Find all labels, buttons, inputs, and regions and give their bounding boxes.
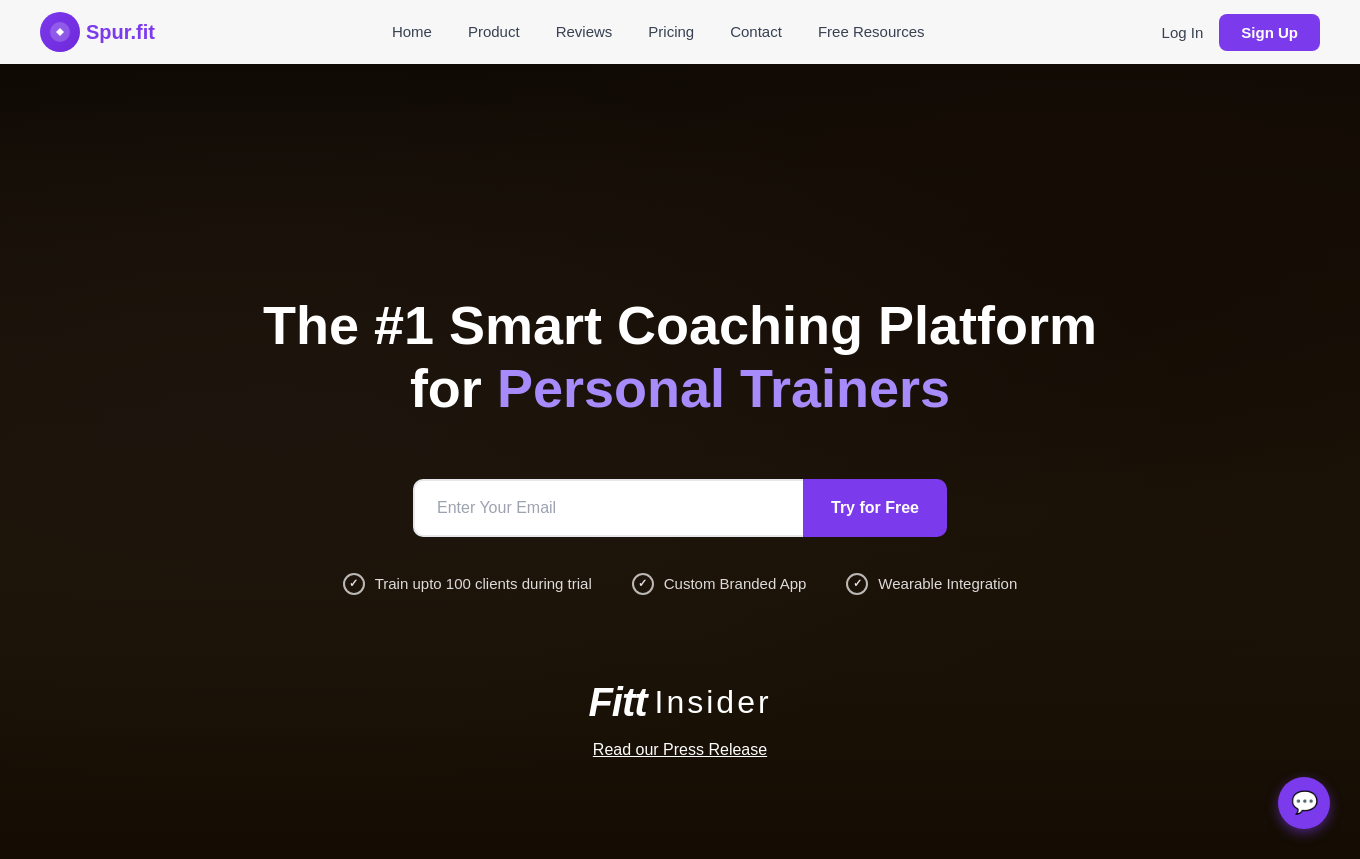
chat-button[interactable]: 💬 (1278, 777, 1330, 829)
nav-contact[interactable]: Contact (730, 23, 782, 40)
signup-button[interactable]: Sign Up (1219, 14, 1320, 51)
try-free-button[interactable]: Try for Free (803, 479, 947, 537)
fitt-text: Fitt (588, 680, 646, 725)
features-list: Train upto 100 clients during trial Cust… (343, 573, 1018, 595)
check-icon-3 (846, 573, 868, 595)
nav-pricing[interactable]: Pricing (648, 23, 694, 40)
logo-text: Spur.fit (86, 21, 155, 44)
nav-reviews[interactable]: Reviews (556, 23, 613, 40)
press-section: Fitt Insider Read our Press Release (588, 680, 771, 759)
feature-label-3: Wearable Integration (878, 575, 1017, 592)
login-button[interactable]: Log In (1162, 24, 1204, 41)
nav-links: Home Product Reviews Pricing Contact Fre… (392, 23, 925, 41)
feature-label-1: Train upto 100 clients during trial (375, 575, 592, 592)
logo[interactable]: Spur.fit (40, 12, 155, 52)
nav-home[interactable]: Home (392, 23, 432, 40)
navbar: Spur.fit Home Product Reviews Pricing Co… (0, 0, 1360, 64)
logo-icon (40, 12, 80, 52)
feature-item-1: Train upto 100 clients during trial (343, 573, 592, 595)
email-form: Try for Free (413, 479, 947, 537)
feature-item-2: Custom Branded App (632, 573, 807, 595)
check-icon-1 (343, 573, 365, 595)
fitt-insider-logo: Fitt Insider (588, 680, 771, 725)
check-icon-2 (632, 573, 654, 595)
nav-actions: Log In Sign Up (1162, 14, 1320, 51)
nav-free-resources[interactable]: Free Resources (818, 23, 925, 40)
hero-section: Spur.fit Home Product Reviews Pricing Co… (0, 0, 1360, 859)
hero-title: The #1 Smart Coaching Platform for Perso… (230, 294, 1130, 418)
nav-product[interactable]: Product (468, 23, 520, 40)
press-release-link[interactable]: Read our Press Release (593, 741, 767, 759)
feature-label-2: Custom Branded App (664, 575, 807, 592)
hero-title-accent: Personal Trainers (497, 358, 950, 418)
hero-content: The #1 Smart Coaching Platform for Perso… (0, 0, 1360, 859)
insider-text: Insider (655, 684, 772, 721)
chat-icon: 💬 (1291, 790, 1318, 816)
feature-item-3: Wearable Integration (846, 573, 1017, 595)
email-input[interactable] (413, 479, 803, 537)
